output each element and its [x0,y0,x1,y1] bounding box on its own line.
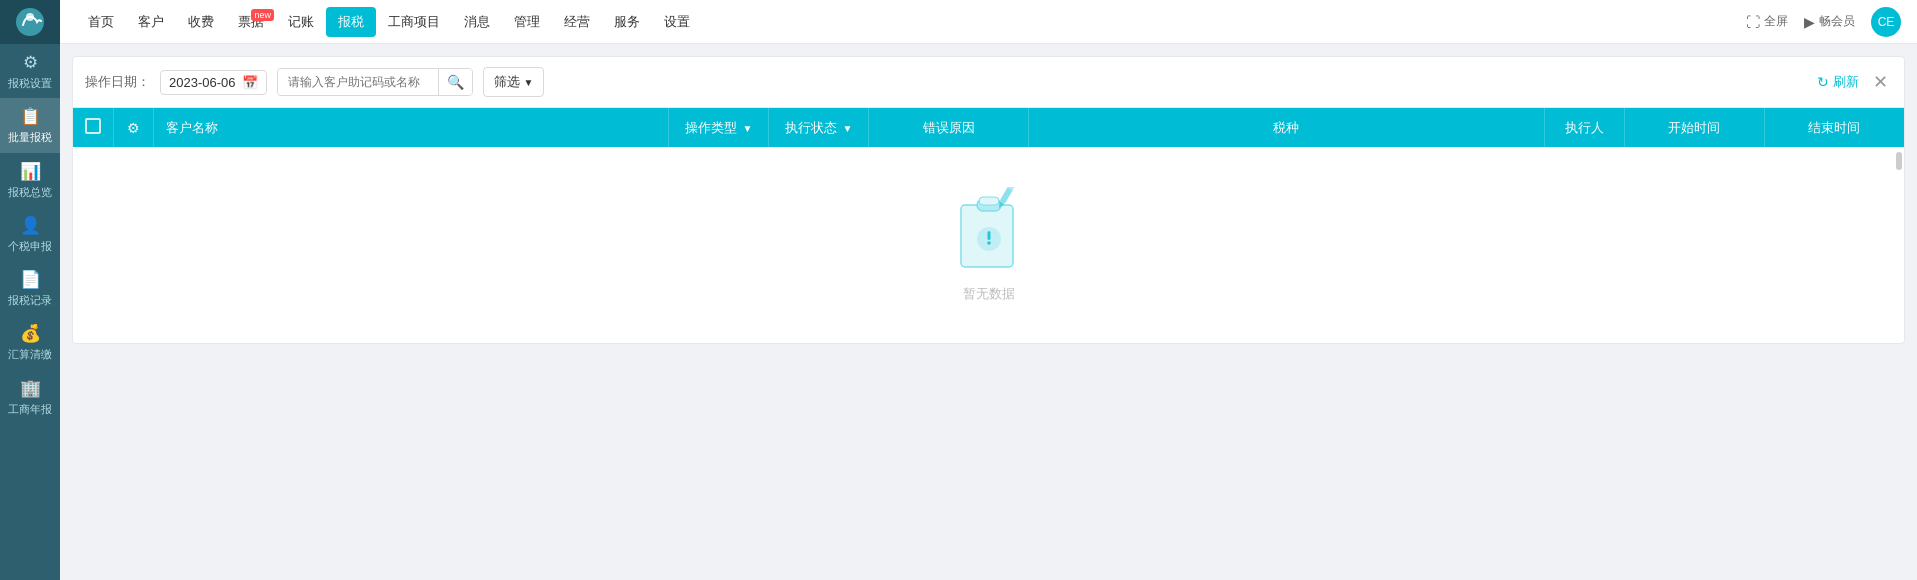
baoshui-zonglanjuan-label: 报税总览 [8,185,52,199]
new-badge: new [251,9,274,22]
nav-item-service[interactable]: 服务 [602,7,652,37]
member-icon: ▶ [1804,14,1815,30]
close-button[interactable]: ✕ [1869,73,1892,91]
baoshui-jilu-icon: 📄 [20,269,41,290]
topnav-right: ⛶ 全屏 ▶ 畅会员 CE [1746,7,1901,37]
empty-row: 暂无数据 [73,147,1904,343]
fullscreen-icon: ⛶ [1746,14,1760,30]
gongshangnianb-label: 工商年报 [8,402,52,416]
geshui-shenbao-icon: 👤 [20,215,41,236]
nav-item-customer[interactable]: 客户 [126,7,176,37]
gongshangnianb-icon: 🏢 [20,378,41,399]
col-optype-header: 操作类型 ▼ [669,108,769,147]
user-avatar[interactable]: CE [1871,7,1901,37]
date-label: 操作日期： [85,73,150,91]
huisuan-qingsa-icon: 💰 [20,323,41,344]
sidebar: ⚙ 报税设置 📋 批量报税 📊 报税总览 👤 个税申报 📄 报税记录 💰 汇算清… [0,0,60,580]
refresh-icon: ↻ [1817,74,1829,90]
col-taxtype-header: 税种 [1029,108,1544,147]
nav-item-taxreport[interactable]: 报税 [326,7,376,37]
scrollbar-track[interactable] [1896,152,1902,170]
baoshui-zonglanjuan-icon: 📊 [20,161,41,182]
col-endtime-header: 结束时间 [1764,108,1904,147]
piliangshuishui-label: 批量报税 [8,130,52,144]
sidebar-item-baoshui-jilu[interactable]: 📄 报税记录 [0,261,60,315]
baoshui-jilu-label: 报税记录 [8,293,52,307]
refresh-button[interactable]: ↻ 刷新 [1817,73,1859,91]
topnav-items: 首页 客户 收费 票据 new 记账 报税 工商项目 消息 管理 经营 服务 设… [76,7,1746,37]
nav-item-bizproject[interactable]: 工商项目 [376,7,452,37]
svg-point-1 [26,13,34,21]
col-check [73,108,114,147]
search-input[interactable] [278,70,438,94]
nav-item-management[interactable]: 经营 [552,7,602,37]
table-body: 暂无数据 [73,147,1904,343]
status-filter-icon[interactable]: ▼ [843,123,853,134]
date-picker[interactable]: 2023-06-06 📅 [160,70,267,95]
col-name-header: 客户名称 [154,108,669,147]
toolbar: 操作日期： 2023-06-06 📅 🔍 筛选 ▼ [73,57,1904,108]
geshui-shenbao-label: 个税申报 [8,239,52,253]
empty-state: 暂无数据 [93,187,1884,303]
header-checkbox[interactable] [85,118,101,134]
baoshuishezhi-label: 报税设置 [8,76,52,90]
fullscreen-button[interactable]: ⛶ 全屏 [1746,13,1788,30]
empty-illustration [949,187,1029,277]
page-content: 操作日期： 2023-06-06 📅 🔍 筛选 ▼ [60,44,1917,580]
table-container: ⚙ 客户名称 操作类型 ▼ 执行状态 ▼ [73,108,1904,343]
svg-point-7 [987,241,991,245]
col-starttime-header: 开始时间 [1624,108,1764,147]
empty-text: 暂无数据 [963,285,1015,303]
calendar-icon: 📅 [242,75,258,90]
sidebar-item-piliangshuishui[interactable]: 📋 批量报税 [0,98,60,152]
table-header: ⚙ 客户名称 操作类型 ▼ 执行状态 ▼ [73,108,1904,147]
col-executor-header: 执行人 [1544,108,1624,147]
nav-item-invoice[interactable]: 票据 new [226,7,276,37]
nav-item-message[interactable]: 消息 [452,7,502,37]
refresh-label: 刷新 [1833,73,1859,91]
col-setting: ⚙ [114,108,154,147]
chevron-down-icon: ▼ [524,77,534,88]
setting-icon[interactable]: ⚙ [127,120,140,136]
empty-state-cell: 暂无数据 [73,147,1904,343]
member-button[interactable]: ▶ 畅会员 [1804,13,1855,30]
sidebar-logo [0,0,60,44]
filter-label: 筛选 [494,73,520,91]
logo-icon [15,7,45,37]
optype-filter-icon[interactable]: ▼ [743,123,753,134]
topnav: 首页 客户 收费 票据 new 记账 报税 工商项目 消息 管理 经营 服务 设… [60,0,1917,44]
baoshuishezhi-icon: ⚙ [23,52,38,73]
huisuan-qingsa-label: 汇算清缴 [8,347,52,361]
piliangshuishui-icon: 📋 [20,106,41,127]
svg-rect-4 [979,197,999,205]
sidebar-item-baoshui-zonglanjuan[interactable]: 📊 报税总览 [0,153,60,207]
sidebar-item-gongshangnianb[interactable]: 🏢 工商年报 [0,370,60,424]
sidebar-item-baoshuishezhi[interactable]: ⚙ 报税设置 [0,44,60,98]
nav-item-settings[interactable]: 设置 [652,7,702,37]
col-status-header: 执行状态 ▼ [769,108,869,147]
svg-point-0 [16,8,44,36]
search-box: 🔍 [277,68,473,96]
main-area: 首页 客户 收费 票据 new 记账 报税 工商项目 消息 管理 经营 服务 设… [60,0,1917,580]
sidebar-item-huisuan-qingsa[interactable]: 💰 汇算清缴 [0,315,60,369]
sidebar-item-geshui-shenbao[interactable]: 👤 个税申报 [0,207,60,261]
content-card: 操作日期： 2023-06-06 📅 🔍 筛选 ▼ [72,56,1905,344]
date-value: 2023-06-06 [169,75,236,90]
col-errorreason-header: 错误原因 [869,108,1029,147]
nav-item-fees[interactable]: 收费 [176,7,226,37]
search-button[interactable]: 🔍 [438,69,472,95]
svg-rect-6 [987,231,990,240]
header-row: ⚙ 客户名称 操作类型 ▼ 执行状态 ▼ [73,108,1904,147]
app-container: ⚙ 报税设置 📋 批量报税 📊 报税总览 👤 个税申报 📄 报税记录 💰 汇算清… [0,0,1917,580]
nav-item-manage[interactable]: 管理 [502,7,552,37]
nav-item-bookkeeping[interactable]: 记账 [276,7,326,37]
filter-button[interactable]: 筛选 ▼ [483,67,545,97]
data-table: ⚙ 客户名称 操作类型 ▼ 执行状态 ▼ [73,108,1904,343]
nav-item-home[interactable]: 首页 [76,7,126,37]
